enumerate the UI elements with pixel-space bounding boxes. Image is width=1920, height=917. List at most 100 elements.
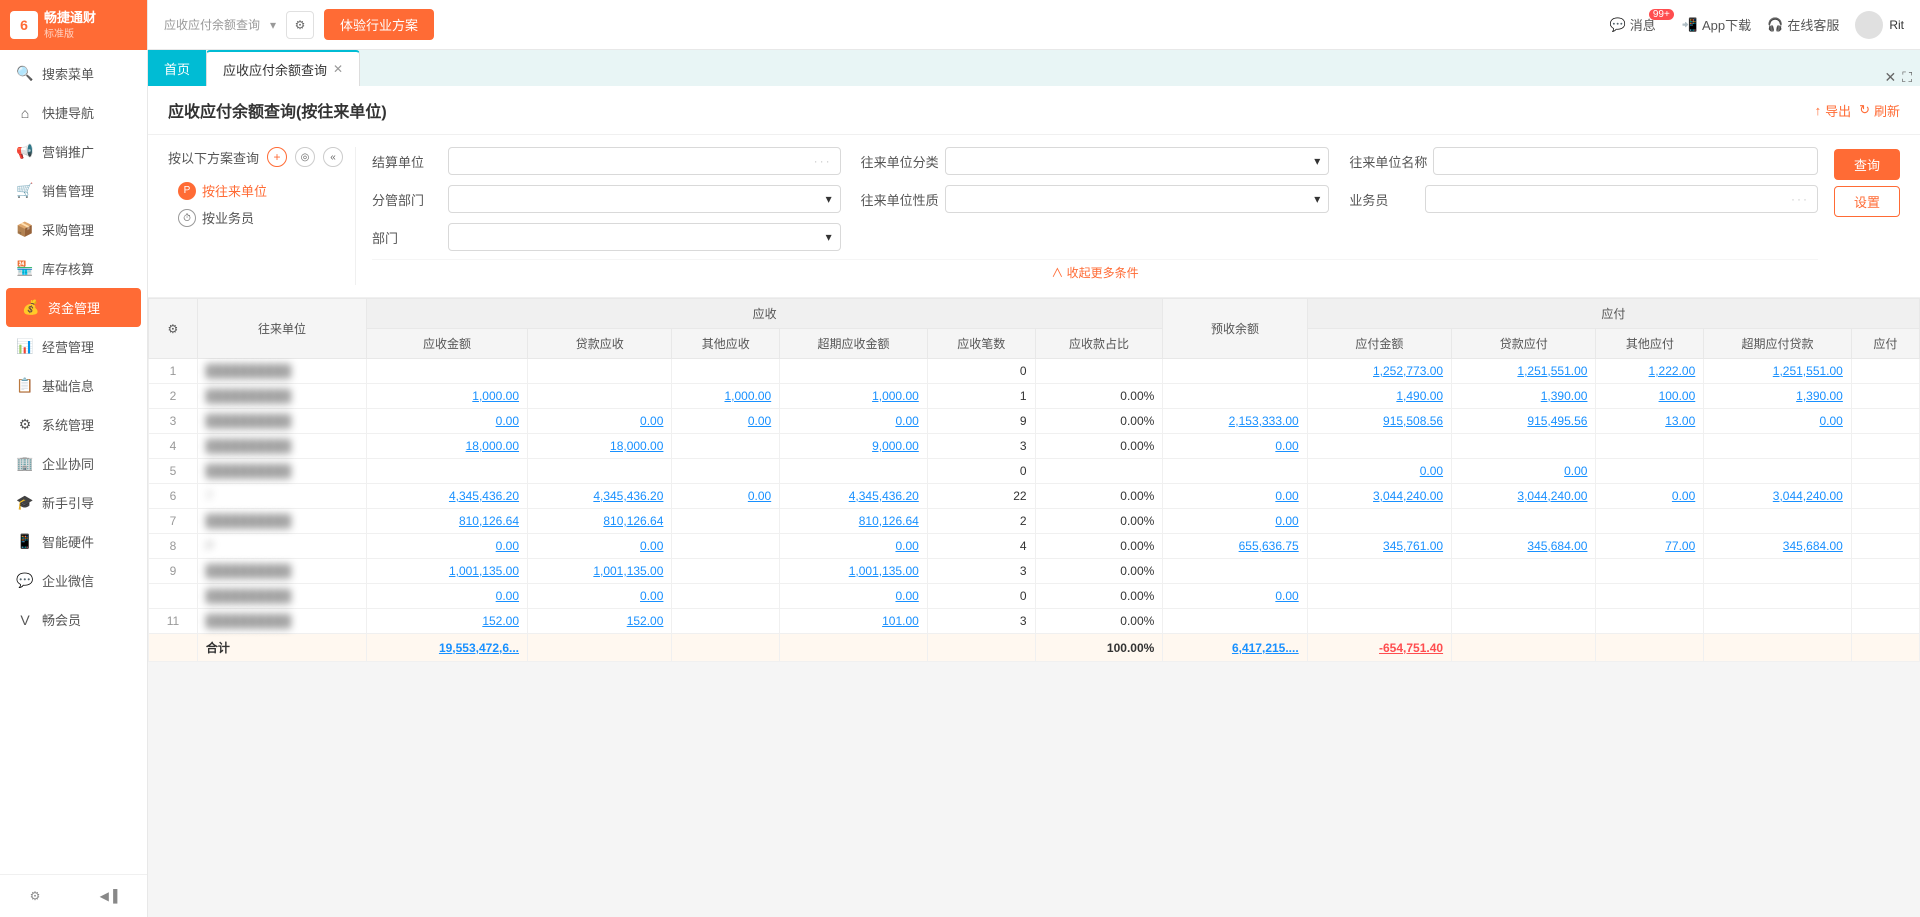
row-ar-overdue-link[interactable]: 1,001,135.00 <box>849 564 919 578</box>
row-ar-loan[interactable]: 810,126.64 <box>528 509 672 534</box>
row-ap-overdue[interactable] <box>1704 559 1852 584</box>
row-ap-more[interactable] <box>1851 459 1919 484</box>
set-button[interactable]: 设置 <box>1834 186 1900 217</box>
row-ar-loan-link[interactable]: 152.00 <box>627 614 664 628</box>
row-prepaid[interactable]: 0.00 <box>1163 434 1307 459</box>
row-ar-link[interactable]: 18,000.00 <box>466 439 519 453</box>
row-ar[interactable]: 1,001,135.00 <box>367 559 528 584</box>
row-prepaid-link[interactable]: 655,636.75 <box>1239 539 1299 553</box>
row-ar[interactable] <box>367 359 528 384</box>
row-ap-link[interactable]: 915,508.56 <box>1383 414 1443 428</box>
row-ar-loan-link[interactable]: 0.00 <box>640 539 663 553</box>
row-ar[interactable]: 152.00 <box>367 609 528 634</box>
row-ar-overdue[interactable]: 1,001,135.00 <box>780 559 928 584</box>
row-prepaid[interactable] <box>1163 559 1307 584</box>
row-ap-loan[interactable] <box>1452 559 1596 584</box>
row-ar-loan[interactable]: 1,001,135.00 <box>528 559 672 584</box>
row-ar-other[interactable]: 1,000.00 <box>672 384 780 409</box>
row-ar-link[interactable]: 1,000.00 <box>472 389 519 403</box>
row-ap-loan-link[interactable]: 1,251,551.00 <box>1517 364 1587 378</box>
row-ap-loan[interactable]: 1,251,551.00 <box>1452 359 1596 384</box>
filter-option-partner[interactable]: P 按往来单位 <box>168 177 343 204</box>
sidebar-item-operation[interactable]: 📊 经营管理 <box>0 327 147 366</box>
app-download-btn[interactable]: 📲 App下载 <box>1682 15 1751 34</box>
row-prepaid[interactable]: 0.00 <box>1163 484 1307 509</box>
row-ap-more[interactable] <box>1851 434 1919 459</box>
row-ar[interactable]: 0.00 <box>367 534 528 559</box>
sidebar-item-guide[interactable]: 🎓 新手引导 <box>0 483 147 522</box>
sidebar-item-vip[interactable]: V 畅会员 <box>0 600 147 639</box>
row-ap-other[interactable] <box>1596 434 1704 459</box>
row-ar-overdue-link[interactable]: 0.00 <box>895 539 918 553</box>
row-ap-loan[interactable] <box>1452 509 1596 534</box>
row-ar-loan[interactable]: 4,345,436.20 <box>528 484 672 509</box>
row-ar-link[interactable]: 1,001,135.00 <box>449 564 519 578</box>
row-ar-other[interactable] <box>672 534 780 559</box>
row-ar-link[interactable]: 0.00 <box>496 414 519 428</box>
row-ap[interactable]: 1,490.00 <box>1307 384 1451 409</box>
row-ap-more[interactable] <box>1851 509 1919 534</box>
row-prepaid-link[interactable]: 0.00 <box>1275 589 1298 603</box>
row-ar[interactable] <box>367 459 528 484</box>
row-ap-overdue-link[interactable]: 345,684.00 <box>1783 539 1843 553</box>
row-ap-overdue[interactable] <box>1704 609 1852 634</box>
tab-ar-ap[interactable]: 应收应付余额查询 ✕ <box>206 50 360 86</box>
row-ar-overdue-link[interactable]: 4,345,436.20 <box>849 489 919 503</box>
row-ar[interactable]: 18,000.00 <box>367 434 528 459</box>
row-ap-other-link[interactable]: 1,222.00 <box>1649 364 1696 378</box>
row-ap[interactable] <box>1307 559 1451 584</box>
row-ap-loan-link[interactable]: 345,684.00 <box>1527 539 1587 553</box>
row-ar-overdue-link[interactable]: 101.00 <box>882 614 919 628</box>
row-ar-other[interactable] <box>672 509 780 534</box>
partner-category-input[interactable]: ▾ <box>945 147 1330 175</box>
row-ap-other[interactable] <box>1596 584 1704 609</box>
row-ar-other[interactable] <box>672 584 780 609</box>
row-ar-loan-link[interactable]: 0.00 <box>640 589 663 603</box>
row-ap-overdue[interactable] <box>1704 459 1852 484</box>
row-ar-loan-link[interactable]: 4,345,436.20 <box>593 489 663 503</box>
row-prepaid[interactable] <box>1163 384 1307 409</box>
row-ar-overdue-link[interactable]: 0.00 <box>895 414 918 428</box>
row-ar[interactable]: 0.00 <box>367 409 528 434</box>
row-ap-other[interactable] <box>1596 459 1704 484</box>
row-prepaid[interactable] <box>1163 609 1307 634</box>
settlement-unit-input[interactable]: ··· <box>448 147 841 175</box>
sidebar-item-inventory[interactable]: 🏪 库存核算 <box>0 249 147 288</box>
row-ap[interactable]: 0.00 <box>1307 459 1451 484</box>
total-prepaid-link[interactable]: 6,417,215.... <box>1232 641 1299 655</box>
sidebar-item-marketing[interactable]: 📢 营销推广 <box>0 132 147 171</box>
topbar-gear-btn[interactable]: ⚙ <box>286 11 314 39</box>
sidebar-item-sales[interactable]: 🛒 销售管理 <box>0 171 147 210</box>
row-ar-overdue[interactable] <box>780 359 928 384</box>
row-ap-other[interactable]: 77.00 <box>1596 534 1704 559</box>
row-ar-other[interactable] <box>672 609 780 634</box>
total-ar-link[interactable]: 19,553,472,6... <box>439 641 519 655</box>
row-ap-overdue[interactable]: 345,684.00 <box>1704 534 1852 559</box>
row-ap-overdue[interactable]: 1,390.00 <box>1704 384 1852 409</box>
row-ar-other-link[interactable]: 1,000.00 <box>724 389 771 403</box>
row-ap-link[interactable]: 3,044,240.00 <box>1373 489 1443 503</box>
row-ar-other[interactable] <box>672 559 780 584</box>
row-prepaid-link[interactable]: 0.00 <box>1275 439 1298 453</box>
row-prepaid[interactable]: 0.00 <box>1163 584 1307 609</box>
row-ar-overdue-link[interactable]: 0.00 <box>895 589 918 603</box>
row-ar-link[interactable]: 4,345,436.20 <box>449 489 519 503</box>
user-menu[interactable]: Rit <box>1855 11 1904 39</box>
department-input[interactable]: ▾ <box>448 223 841 251</box>
message-btn[interactable]: 💬 消息 99+ <box>1610 15 1666 34</box>
row-prepaid[interactable]: 655,636.75 <box>1163 534 1307 559</box>
row-prepaid[interactable] <box>1163 459 1307 484</box>
row-ap-loan[interactable]: 1,390.00 <box>1452 384 1596 409</box>
collapse-sidebar-btn[interactable]: ◀▐ <box>90 883 128 909</box>
row-ar-loan[interactable]: 0.00 <box>528 534 672 559</box>
salesperson-input[interactable]: ··· <box>1425 185 1818 213</box>
partner-nature-input[interactable]: ▾ <box>945 185 1330 213</box>
row-ar-overdue[interactable]: 1,000.00 <box>780 384 928 409</box>
row-ap[interactable]: 345,761.00 <box>1307 534 1451 559</box>
row-ap-loan[interactable]: 915,495.56 <box>1452 409 1596 434</box>
row-ap-more[interactable] <box>1851 384 1919 409</box>
online-service-btn[interactable]: 🎧 在线客服 <box>1767 15 1839 34</box>
row-ap-loan[interactable] <box>1452 584 1596 609</box>
row-ar-link[interactable]: 0.00 <box>496 589 519 603</box>
row-ap-more[interactable] <box>1851 584 1919 609</box>
